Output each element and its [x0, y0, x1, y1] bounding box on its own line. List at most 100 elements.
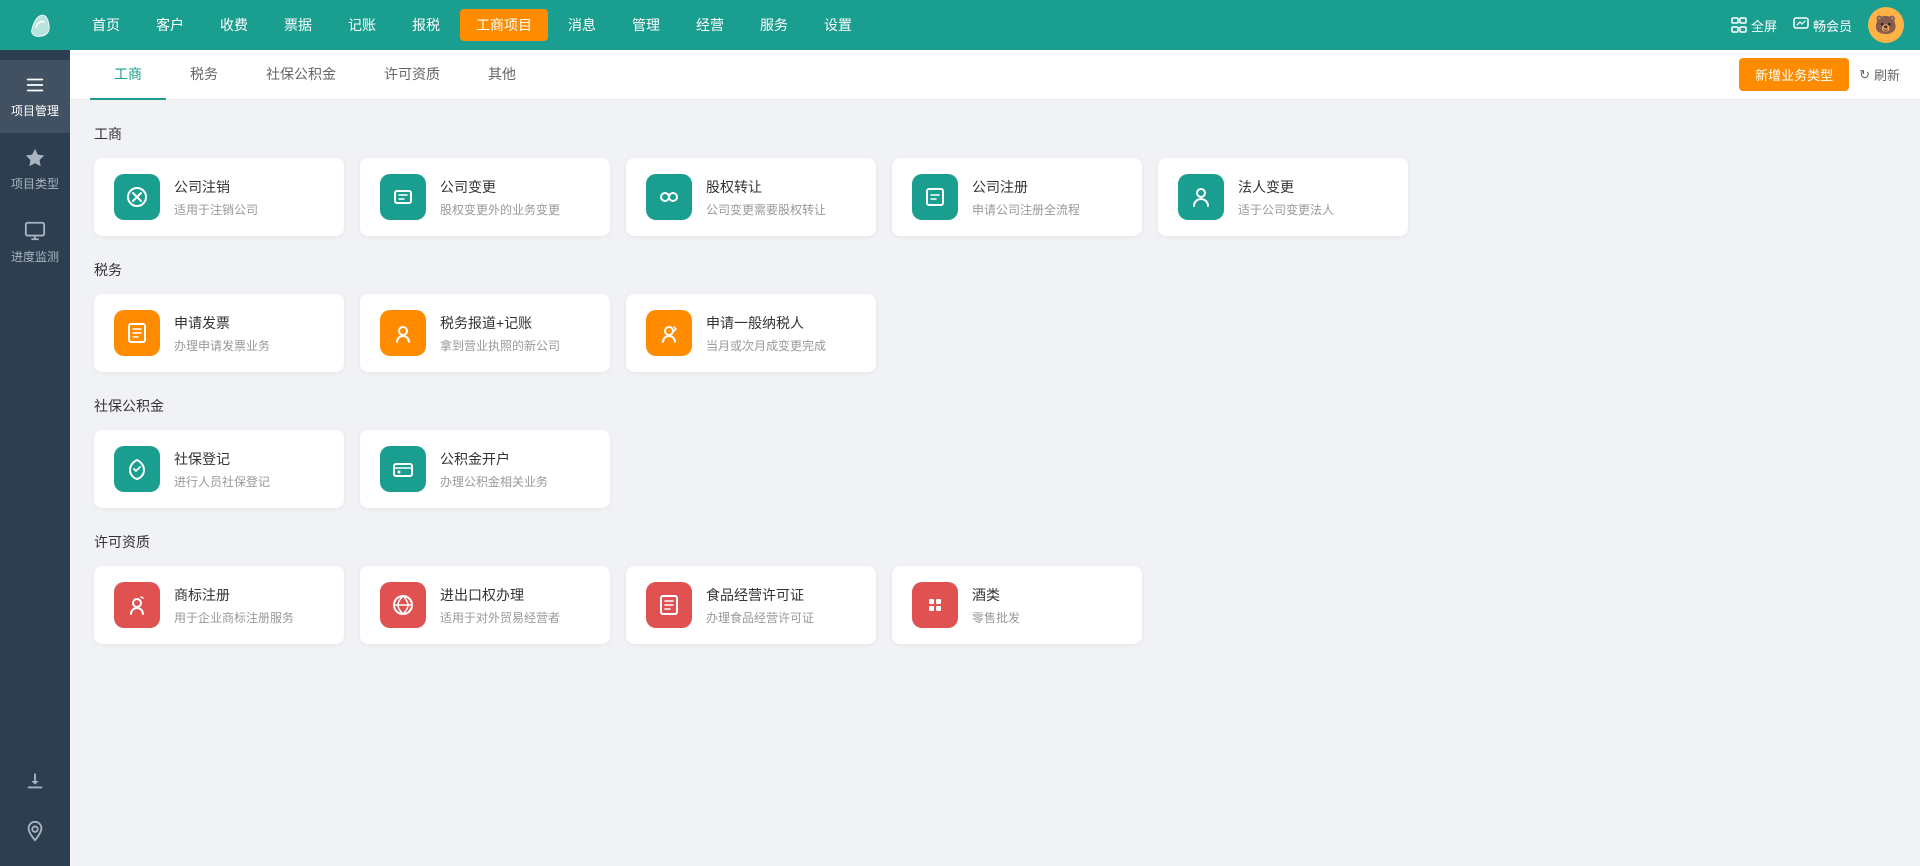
sidebar-label-project-management: 项目管理 — [11, 102, 59, 119]
food-license-icon — [646, 582, 692, 628]
card-desc-alcohol: 零售批发 — [972, 609, 1020, 626]
card-desc-tax-report: 拿到营业执照的新公司 — [440, 337, 560, 354]
card-company-register[interactable]: 公司注册 申请公司注册全流程 — [892, 158, 1142, 236]
card-text-import-export: 进出口权办理 适用于对外贸易经营者 — [440, 585, 560, 626]
card-title-import-export: 进出口权办理 — [440, 585, 560, 605]
card-title-invoice: 申请发票 — [174, 313, 270, 333]
section-title-gongshang: 工商 — [94, 124, 1896, 144]
refresh-icon: ↻ — [1859, 67, 1870, 83]
scroll-content: 工商 公司注销 适用于注销公司 — [70, 100, 1920, 866]
section-title-shuiwu: 税务 — [94, 260, 1896, 280]
card-title-social-insurance: 社保登记 — [174, 449, 270, 469]
legal-person-icon — [1178, 174, 1224, 220]
card-text-trademark: 商标注册 用于企业商标注册服务 — [174, 585, 294, 626]
card-desc-taxpayer: 当月或次月成变更完成 — [706, 337, 826, 354]
card-tax-report[interactable]: 税务报道+记账 拿到营业执照的新公司 — [360, 294, 610, 372]
card-title-equity-transfer: 股权转让 — [706, 177, 826, 197]
sidebar-item-download[interactable] — [0, 756, 70, 806]
member-button[interactable]: 畅会员 — [1793, 16, 1852, 35]
card-legal-person[interactable]: 法人变更 适于公司变更法人 — [1158, 158, 1408, 236]
section-title-xuke: 许可资质 — [94, 532, 1896, 552]
nav-home[interactable]: 首页 — [76, 9, 136, 41]
card-invoice[interactable]: 申请发票 办理申请发票业务 — [94, 294, 344, 372]
card-fund-account[interactable]: 公积金开户 办理公积金相关业务 — [360, 430, 610, 508]
gongshang-cards: 公司注销 适用于注销公司 公司变更 股权 — [94, 158, 1896, 236]
card-social-insurance[interactable]: 社保登记 进行人员社保登记 — [94, 430, 344, 508]
sidebar-item-project-management[interactable]: 项目管理 — [0, 60, 70, 133]
card-text-company-change: 公司变更 股权变更外的业务变更 — [440, 177, 560, 218]
tab-gongshang[interactable]: 工商 — [90, 50, 166, 100]
cancel-company-icon — [114, 174, 160, 220]
card-company-cancel[interactable]: 公司注销 适用于注销公司 — [94, 158, 344, 236]
top-navigation: 首页 客户 收费 票据 记账 报税 工商项目 消息 管理 经营 服务 设置 全屏 — [0, 0, 1920, 50]
card-title-trademark: 商标注册 — [174, 585, 294, 605]
tab-shebao[interactable]: 社保公积金 — [242, 50, 360, 100]
tab-bar: 工商 税务 社保公积金 许可资质 其他 新增业务类型 ↻ 刷新 — [70, 50, 1920, 100]
equity-transfer-icon — [646, 174, 692, 220]
sidebar-item-location[interactable] — [0, 806, 70, 856]
top-nav-right: 全屏 畅会员 🐻 — [1731, 7, 1904, 43]
card-taxpayer[interactable]: 申请一般纳税人 当月或次月成变更完成 — [626, 294, 876, 372]
nav-fee[interactable]: 收费 — [204, 9, 264, 41]
tab-xuke[interactable]: 许可资质 — [360, 50, 464, 100]
shuiwu-cards: 申请发票 办理申请发票业务 税务报道+记账 — [94, 294, 1896, 372]
nav-settings[interactable]: 设置 — [808, 9, 868, 41]
nav-service[interactable]: 服务 — [744, 9, 804, 41]
sidebar-item-progress[interactable]: 进度监测 — [0, 206, 70, 279]
nav-bill[interactable]: 票据 — [268, 9, 328, 41]
card-title-company-register: 公司注册 — [972, 177, 1080, 197]
bear-avatar: 🐻 — [1868, 7, 1904, 43]
sidebar: 项目管理 项目类型 进度监测 — [0, 50, 70, 866]
card-desc-trademark: 用于企业商标注册服务 — [174, 609, 294, 626]
section-shebao: 社保公积金 社保登记 进行人员社保登记 — [94, 396, 1896, 508]
content-area: 工商 税务 社保公积金 许可资质 其他 新增业务类型 ↻ 刷新 工商 — [70, 50, 1920, 866]
nav-customer[interactable]: 客户 — [140, 9, 200, 41]
card-alcohol[interactable]: 酒类 零售批发 — [892, 566, 1142, 644]
tabs-container: 工商 税务 社保公积金 许可资质 其他 — [90, 50, 1739, 100]
add-type-button[interactable]: 新增业务类型 — [1739, 58, 1849, 91]
tab-shuiwu[interactable]: 税务 — [166, 50, 242, 100]
card-desc-social-insurance: 进行人员社保登记 — [174, 473, 270, 490]
fund-account-icon — [380, 446, 426, 492]
nav-items: 首页 客户 收费 票据 记账 报税 工商项目 消息 管理 经营 服务 设置 — [76, 9, 1731, 41]
main-layout: 项目管理 项目类型 进度监测 — [0, 50, 1920, 866]
nav-message[interactable]: 消息 — [552, 9, 612, 41]
card-text-taxpayer: 申请一般纳税人 当月或次月成变更完成 — [706, 313, 826, 354]
card-text-equity-transfer: 股权转让 公司变更需要股权转让 — [706, 177, 826, 218]
card-desc-company-cancel: 适用于注销公司 — [174, 201, 258, 218]
nav-tax[interactable]: 报税 — [396, 9, 456, 41]
card-trademark[interactable]: 商标注册 用于企业商标注册服务 — [94, 566, 344, 644]
card-text-fund-account: 公积金开户 办理公积金相关业务 — [440, 449, 548, 490]
refresh-button[interactable]: ↻ 刷新 — [1859, 65, 1900, 84]
fullscreen-label: 全屏 — [1751, 16, 1777, 35]
nav-operation[interactable]: 经营 — [680, 9, 740, 41]
section-gongshang: 工商 公司注销 适用于注销公司 — [94, 124, 1896, 236]
refresh-label: 刷新 — [1874, 65, 1900, 84]
fullscreen-button[interactable]: 全屏 — [1731, 16, 1777, 35]
nav-bookkeeping[interactable]: 记账 — [332, 9, 392, 41]
download-icon — [24, 770, 46, 792]
card-import-export[interactable]: 进出口权办理 适用于对外贸易经营者 — [360, 566, 610, 644]
invoice-icon — [114, 310, 160, 356]
tab-other[interactable]: 其他 — [464, 50, 540, 100]
card-equity-transfer[interactable]: 股权转让 公司变更需要股权转让 — [626, 158, 876, 236]
nav-business[interactable]: 工商项目 — [460, 9, 548, 41]
list-icon — [24, 74, 46, 96]
card-food-license[interactable]: 食品经营许可证 办理食品经营许可证 — [626, 566, 876, 644]
xuke-cards: 商标注册 用于企业商标注册服务 进出口权办理 — [94, 566, 1896, 644]
section-title-shebao: 社保公积金 — [94, 396, 1896, 416]
alcohol-icon — [912, 582, 958, 628]
register-company-icon — [912, 174, 958, 220]
card-desc-import-export: 适用于对外贸易经营者 — [440, 609, 560, 626]
section-shuiwu: 税务 申请发票 办理申请发票业务 — [94, 260, 1896, 372]
card-text-tax-report: 税务报道+记账 拿到营业执照的新公司 — [440, 313, 560, 354]
card-text-invoice: 申请发票 办理申请发票业务 — [174, 313, 270, 354]
nav-manage[interactable]: 管理 — [616, 9, 676, 41]
sidebar-bottom — [0, 756, 70, 866]
card-company-change[interactable]: 公司变更 股权变更外的业务变更 — [360, 158, 610, 236]
tab-actions: 新增业务类型 ↻ 刷新 — [1739, 58, 1900, 91]
card-title-company-cancel: 公司注销 — [174, 177, 258, 197]
card-desc-company-change: 股权变更外的业务变更 — [440, 201, 560, 218]
shebao-cards: 社保登记 进行人员社保登记 公积金 — [94, 430, 1896, 508]
sidebar-item-project-type[interactable]: 项目类型 — [0, 133, 70, 206]
